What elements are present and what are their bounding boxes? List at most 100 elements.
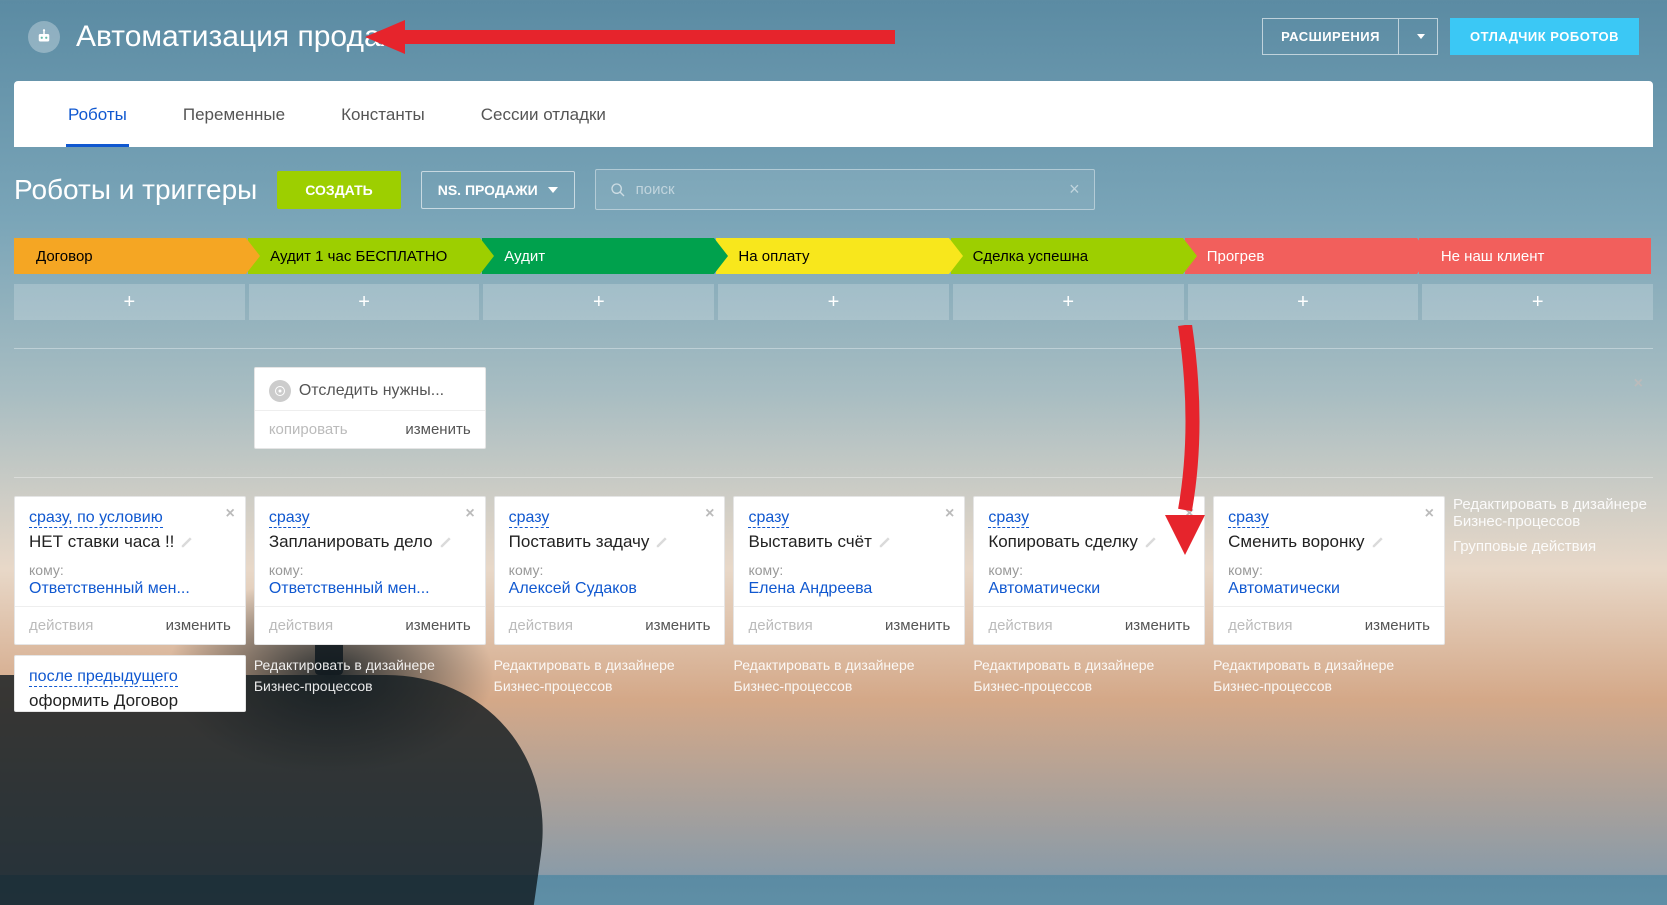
stage-deal-success[interactable]: Сделка успешна (951, 238, 1183, 274)
card-actions-link[interactable]: действия (988, 617, 1052, 634)
card-trigger-link[interactable]: после предыдущего (29, 668, 178, 687)
close-icon[interactable]: × (1185, 505, 1194, 523)
extensions-dropdown-caret[interactable] (1399, 18, 1438, 55)
card-label: кому: (29, 562, 231, 578)
edit-in-designer-link[interactable]: Редактировать в дизайнереБизнес-процессо… (1213, 655, 1445, 697)
trigger-copy-link[interactable]: копировать (269, 421, 348, 438)
trigger-card: Отследить нужны... × копировать изменить (254, 367, 486, 449)
pencil-icon[interactable] (1144, 535, 1158, 549)
pencil-icon[interactable] (180, 535, 194, 549)
trigger-edit-link[interactable]: изменить (405, 421, 470, 438)
stages-row: Договор Аудит 1 час БЕСПЛАТНО Аудит На о… (14, 238, 1653, 274)
card-label: кому: (269, 562, 471, 578)
stage-audit[interactable]: Аудит (482, 238, 714, 274)
card-edit-link[interactable]: изменить (885, 617, 950, 634)
card-edit-link[interactable]: изменить (645, 617, 710, 634)
close-icon[interactable]: × (945, 505, 954, 523)
pencil-icon[interactable] (1371, 535, 1385, 549)
card-trigger-link[interactable]: сразу (509, 509, 550, 528)
card-edit-link[interactable]: изменить (1365, 617, 1430, 634)
close-icon[interactable]: × (465, 505, 474, 523)
pencil-icon[interactable] (439, 535, 453, 549)
tab-constants[interactable]: Константы (313, 81, 453, 147)
section-title: Роботы и триггеры (14, 174, 257, 206)
stage-not-client[interactable]: Не наш клиент (1419, 238, 1651, 274)
edit-in-designer-link[interactable]: Редактировать в дизайнереБизнес-процессо… (494, 655, 726, 697)
edit-in-designer-link[interactable]: Редактировать в дизайнереБизнес-процессо… (254, 655, 486, 697)
card-recipient[interactable]: Алексей Судаков (509, 580, 711, 598)
card-trigger-link[interactable]: сразу (748, 509, 789, 528)
add-robot-cell[interactable]: + (953, 284, 1184, 320)
card-recipient[interactable]: Ответственный мен... (269, 580, 471, 598)
extensions-button[interactable]: РАСШИРЕНИЯ (1262, 18, 1399, 55)
robot-card: × сразу Запланировать дело кому: Ответст… (254, 496, 486, 645)
search-input[interactable] (636, 181, 1059, 198)
edit-in-designer-link[interactable]: Редактировать в дизайнереБизнес-процессо… (973, 655, 1205, 697)
add-robot-cell[interactable]: + (483, 284, 714, 320)
add-robot-cell[interactable]: + (249, 284, 480, 320)
tab-robots[interactable]: Роботы (40, 81, 155, 147)
subheader: Роботы и триггеры СОЗДАТЬ NS. ПРОДАЖИ × (0, 147, 1667, 210)
add-robot-cell[interactable]: + (1188, 284, 1419, 320)
add-robot-row: + + + + + + + (14, 284, 1653, 320)
card-actions-link[interactable]: действия (748, 617, 812, 634)
card-trigger-link[interactable]: сразу (269, 509, 310, 528)
card-trigger-link[interactable]: сразу, по условию (29, 509, 163, 528)
add-robot-cell[interactable]: + (14, 284, 245, 320)
robot-card: после предыдущего оформить Договор (14, 655, 246, 712)
stage-warmup[interactable]: Прогрев (1185, 238, 1417, 274)
clear-search-icon[interactable]: × (1069, 179, 1080, 200)
card-actions-link[interactable]: действия (269, 617, 333, 634)
card-title: Запланировать дело (269, 532, 433, 552)
card-title: Копировать сделку (988, 532, 1138, 552)
funnel-select[interactable]: NS. ПРОДАЖИ (421, 171, 575, 209)
stage-contract[interactable]: Договор (14, 238, 246, 274)
robot-icon (28, 21, 60, 53)
close-icon[interactable]: × (705, 505, 714, 523)
chevron-down-icon (548, 187, 558, 193)
card-edit-link[interactable]: изменить (405, 617, 470, 634)
close-icon[interactable]: × (225, 505, 234, 523)
stage-payment[interactable]: На оплату (716, 238, 948, 274)
robots-row-2: после предыдущего оформить Договор Редак… (14, 655, 1653, 712)
card-recipient[interactable]: Автоматически (988, 580, 1190, 598)
close-icon[interactable]: × (1634, 375, 1643, 393)
search-box[interactable]: × (595, 169, 1095, 210)
card-trigger-link[interactable]: сразу (1228, 509, 1269, 528)
robot-card: × сразу Сменить воронку кому: Автоматиче… (1213, 496, 1445, 645)
card-recipient[interactable]: Автоматически (1228, 580, 1430, 598)
card-actions-link[interactable]: действия (29, 617, 93, 634)
pencil-icon[interactable] (655, 535, 669, 549)
triggers-row: Отследить нужны... × копировать изменить (14, 367, 1653, 449)
card-title: оформить Договор (29, 691, 178, 711)
card-edit-link[interactable]: изменить (1125, 617, 1190, 634)
funnel-select-label: NS. ПРОДАЖИ (438, 182, 538, 198)
robot-card: × сразу Поставить задачу кому: Алексей С… (494, 496, 726, 645)
card-actions-link[interactable]: действия (1228, 617, 1292, 634)
stage-audit-free[interactable]: Аудит 1 час БЕСПЛАТНО (248, 238, 480, 274)
robot-card: × сразу Выставить счёт кому: Елена Андре… (733, 496, 965, 645)
robots-row: × сразу, по условию НЕТ ставки часа !! к… (14, 496, 1653, 645)
edit-in-designer-link[interactable]: Редактировать в дизайнереБизнес-процессо… (1453, 496, 1653, 530)
close-icon[interactable]: × (1425, 505, 1434, 523)
divider (14, 477, 1653, 478)
robot-debugger-button[interactable]: ОТЛАДЧИК РОБОТОВ (1450, 18, 1639, 55)
edit-in-designer-link[interactable]: Редактировать в дизайнереБизнес-процессо… (733, 655, 965, 697)
create-button[interactable]: СОЗДАТЬ (277, 171, 400, 209)
card-trigger-link[interactable]: сразу (988, 509, 1029, 528)
page-title: Автоматизация продаж (76, 20, 401, 54)
card-edit-link[interactable]: изменить (166, 617, 231, 634)
card-actions-link[interactable]: действия (509, 617, 573, 634)
card-recipient[interactable]: Ответственный мен... (29, 580, 231, 598)
group-actions-link[interactable]: Групповые действия (1453, 538, 1653, 555)
extensions-button-group: РАСШИРЕНИЯ (1262, 18, 1438, 55)
pencil-icon[interactable] (878, 535, 892, 549)
tab-debug-sessions[interactable]: Сессии отладки (453, 81, 634, 147)
card-title: НЕТ ставки часа !! (29, 532, 174, 552)
card-recipient[interactable]: Елена Андреева (748, 580, 950, 598)
add-robot-cell[interactable]: + (1422, 284, 1653, 320)
card-title: Выставить счёт (748, 532, 871, 552)
add-robot-cell[interactable]: + (718, 284, 949, 320)
tab-variables[interactable]: Переменные (155, 81, 313, 147)
tabs: Роботы Переменные Константы Сессии отлад… (14, 81, 1653, 147)
